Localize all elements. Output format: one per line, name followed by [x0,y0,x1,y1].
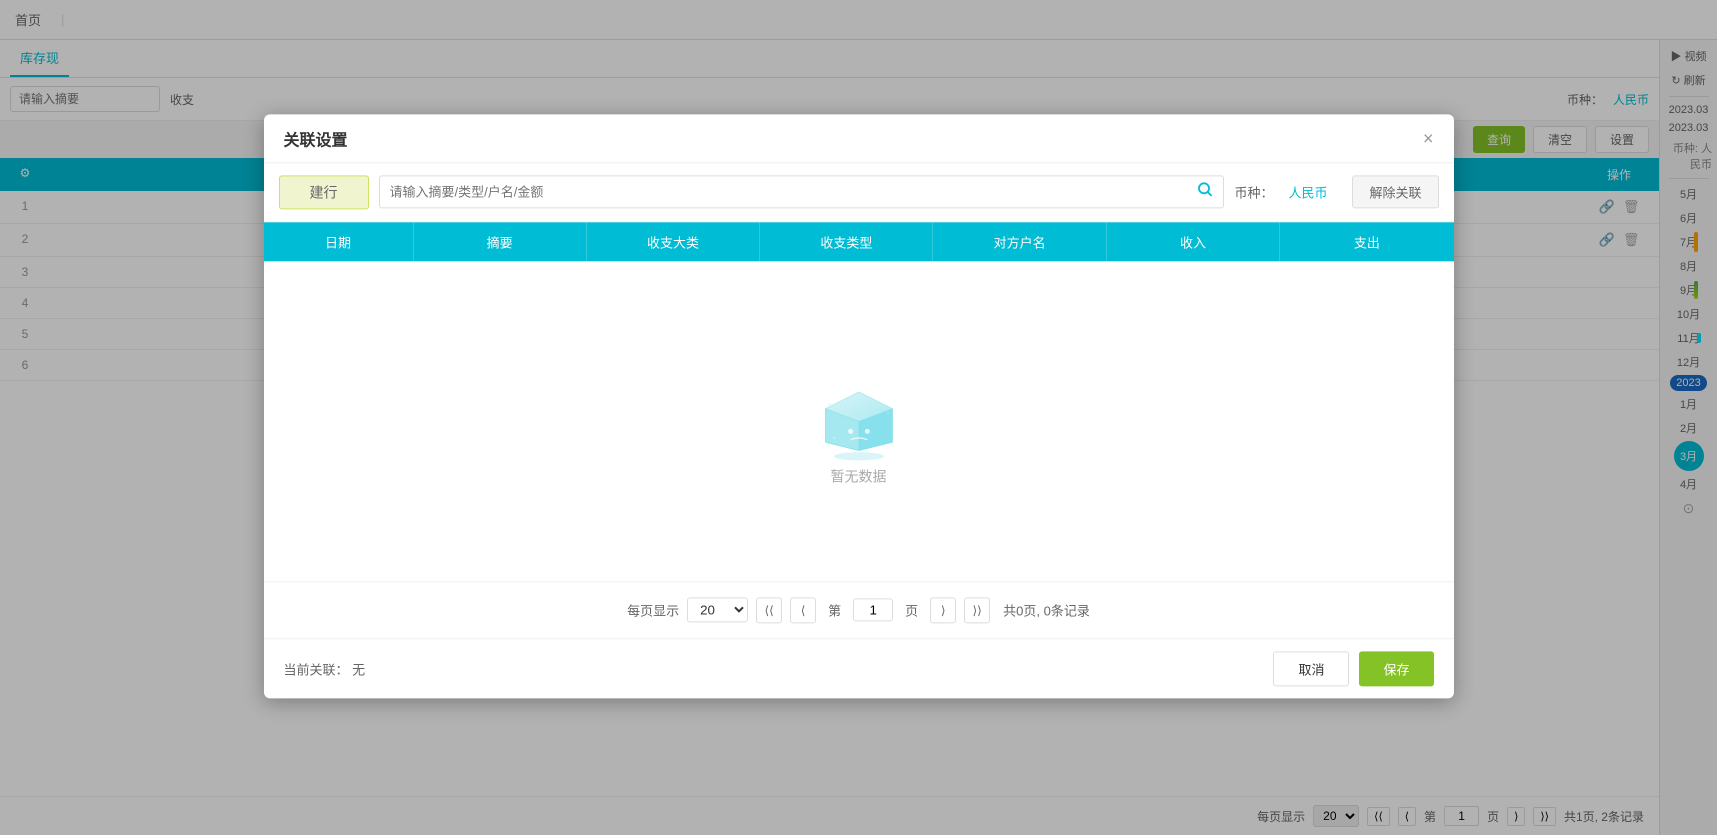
col-income: 收入 [1107,222,1280,261]
col-counterpart-name: 对方户名 [933,222,1106,261]
next-page-btn[interactable]: ⟩ [930,597,956,623]
dialog-title: 关联设置 [284,126,348,150]
page-size-select[interactable]: 20 50 100 [687,597,748,622]
currency-label: 币种： [1234,182,1273,201]
dialog-header: 关联设置 × [264,114,1454,163]
unlink-button[interactable]: 解除关联 [1352,175,1438,208]
pagination-bar: 每页显示 20 50 100 ⟨⟨ ⟨ 第 页 ⟩ ⟩⟩ 共0页, 0条记录 [264,581,1454,638]
total-info: 共0页, 0条记录 [1003,600,1090,619]
empty-text: 暂无数据 [831,466,887,486]
dialog-footer: 当前关联： 无 取消 保存 [264,638,1454,698]
search-input[interactable] [390,184,1190,199]
currency-value: 人民币 [1288,182,1327,201]
page-size-label: 每页显示 [627,600,679,619]
save-button[interactable]: 保存 [1359,651,1433,686]
search-bar: 建行 币种： 人民币 解除关联 [264,163,1454,222]
dialog-close-button[interactable]: × [1423,129,1434,147]
association-settings-dialog: 关联设置 × 建行 币种： 人民币 解除关联 日期 摘要 [264,114,1454,698]
col-income-expense-cat: 收支大类 [587,222,760,261]
page-number-input[interactable] [853,598,893,621]
current-link-label: 当前关联： [284,662,349,677]
search-button[interactable] [1197,181,1213,202]
last-page-btn[interactable]: ⟩⟩ [964,597,990,623]
col-summary: 摘要 [414,222,587,261]
dialog-body: 建行 币种： 人民币 解除关联 日期 摘要 收支大类 收支类型 对方户名 收入 [264,163,1454,638]
table-header: 日期 摘要 收支大类 收支类型 对方户名 收入 支出 [264,222,1454,261]
bank-tag: 建行 [279,175,369,209]
footer-buttons: 取消 保存 [1273,651,1433,686]
empty-illustration [809,376,909,466]
current-link-value: 无 [352,662,365,677]
page-suffix: 页 [905,600,918,619]
search-input-wrap [379,175,1225,208]
col-income-expense-type: 收支类型 [760,222,933,261]
prev-page-btn[interactable]: ⟨ [790,597,816,623]
col-date: 日期 [264,222,414,261]
first-page-btn[interactable]: ⟨⟨ [756,597,782,623]
current-link-info: 当前关联： 无 [284,659,366,678]
cancel-button[interactable]: 取消 [1273,651,1349,686]
col-expense: 支出 [1280,222,1453,261]
page-prefix: 第 [828,600,841,619]
empty-state: 暂无数据 [264,261,1454,581]
